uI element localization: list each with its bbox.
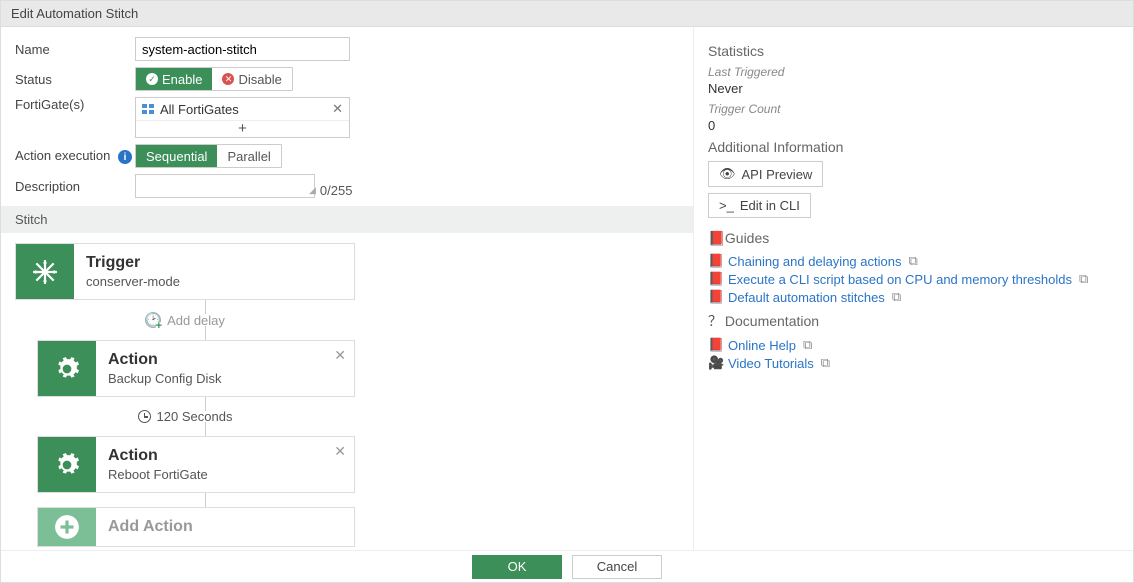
gear-icon xyxy=(38,341,96,396)
connector xyxy=(205,422,355,436)
book-icon: 📕 xyxy=(708,230,721,247)
action-exec-label: Action execution i xyxy=(15,148,135,165)
dialog-body: Name Status ✓ Enable ✕ Disable Fort xyxy=(1,27,1133,557)
guide-link[interactable]: Default automation stitches xyxy=(728,290,885,305)
name-label: Name xyxy=(15,42,135,57)
cli-icon: >_ xyxy=(719,198,734,213)
guide-link[interactable]: Chaining and delaying actions xyxy=(728,254,901,269)
plus-icon xyxy=(38,508,96,546)
status-label: Status xyxy=(15,72,135,87)
cross-icon: ✕ xyxy=(222,73,234,85)
clock-icon xyxy=(138,410,151,423)
stitch-section-header: Stitch xyxy=(1,206,693,233)
description-counter: 0/255 xyxy=(320,183,353,198)
action-card[interactable]: Action Backup Config Disk ✕ xyxy=(37,340,355,397)
description-input[interactable] xyxy=(135,174,315,198)
help-icon: ？ xyxy=(708,311,721,331)
external-link-icon: ⧉ xyxy=(1079,271,1088,287)
video-icon: 🎥 xyxy=(708,355,721,371)
api-preview-button[interactable]: 👁 API Preview xyxy=(708,161,823,187)
external-link-icon: ⧉ xyxy=(821,355,830,371)
last-triggered-value: Never xyxy=(708,81,1119,96)
name-input[interactable] xyxy=(135,37,350,61)
trigger-count-label: Trigger Count xyxy=(708,102,1119,116)
connector xyxy=(205,326,355,340)
action-sub: Backup Config Disk xyxy=(108,371,342,386)
guides-header: 📕 Guides xyxy=(708,230,1119,247)
fortigates-add-button[interactable]: + xyxy=(136,120,349,137)
trigger-count-value: 0 xyxy=(708,118,1119,133)
resize-handle-icon[interactable]: ◢ xyxy=(309,185,316,196)
fortigates-grid-icon xyxy=(142,104,154,114)
gear-icon xyxy=(38,437,96,492)
add-action-label: Add Action xyxy=(108,518,342,536)
guide-link[interactable]: Execute a CLI script based on CPU and me… xyxy=(728,272,1072,287)
book-icon: 📕 xyxy=(708,289,721,305)
dialog-window: Edit Automation Stitch Name Status ✓ Ena… xyxy=(0,0,1134,583)
dialog-footer: OK Cancel xyxy=(1,550,1133,582)
clock-plus-icon: 🕑 xyxy=(145,312,161,328)
action-exec-toggle: Sequential Parallel xyxy=(135,144,282,168)
status-disable-button[interactable]: ✕ Disable xyxy=(212,68,291,90)
check-icon: ✓ xyxy=(146,73,158,85)
trigger-card[interactable]: Trigger conserver-mode xyxy=(15,243,355,300)
remove-action-icon[interactable]: ✕ xyxy=(334,347,346,364)
eye-icon: 👁 xyxy=(719,166,736,182)
stitch-flow: Trigger conserver-mode 🕑 Add delay Actio… xyxy=(15,243,355,547)
trigger-title: Trigger xyxy=(86,254,342,272)
fortigates-value: All FortiGates xyxy=(160,102,239,117)
video-tutorials-link[interactable]: Video Tutorials xyxy=(728,356,814,371)
status-toggle: ✓ Enable ✕ Disable xyxy=(135,67,293,91)
info-icon[interactable]: i xyxy=(118,150,132,164)
external-link-icon: ⧉ xyxy=(803,337,812,353)
action-card[interactable]: Action Reboot FortiGate ✕ xyxy=(37,436,355,493)
book-icon: 📕 xyxy=(708,271,721,287)
parallel-button[interactable]: Parallel xyxy=(217,145,280,167)
ok-button[interactable]: OK xyxy=(472,555,562,579)
fortigates-label: FortiGate(s) xyxy=(15,97,135,112)
cancel-button[interactable]: Cancel xyxy=(572,555,662,579)
edit-cli-button[interactable]: >_ Edit in CLI xyxy=(708,193,811,218)
book-icon: 📕 xyxy=(708,253,721,269)
fortigates-select[interactable]: All FortiGates ✕ + xyxy=(135,97,350,138)
remove-action-icon[interactable]: ✕ xyxy=(334,443,346,460)
last-triggered-label: Last Triggered xyxy=(708,65,1119,79)
description-label: Description xyxy=(15,179,135,194)
online-help-link[interactable]: Online Help xyxy=(728,338,796,353)
book-icon: 📕 xyxy=(708,337,721,353)
dialog-title: Edit Automation Stitch xyxy=(1,1,1133,27)
sequential-button[interactable]: Sequential xyxy=(136,145,217,167)
external-link-icon: ⧉ xyxy=(908,253,917,269)
fortigates-remove-icon[interactable]: ✕ xyxy=(332,101,343,117)
connector xyxy=(205,493,355,507)
additional-info-header: Additional Information xyxy=(708,139,1119,155)
action-title: Action xyxy=(108,351,342,369)
statistics-header: Statistics xyxy=(708,43,1119,59)
external-link-icon: ⧉ xyxy=(892,289,901,305)
add-action-card[interactable]: Add Action xyxy=(37,507,355,547)
right-panel: Statistics Last Triggered Never Trigger … xyxy=(693,27,1133,557)
status-enable-button[interactable]: ✓ Enable xyxy=(136,68,212,90)
snowflake-icon xyxy=(16,244,74,299)
documentation-header: ？ Documentation xyxy=(708,311,1119,331)
action-title: Action xyxy=(108,447,342,465)
trigger-sub: conserver-mode xyxy=(86,274,342,289)
action-sub: Reboot FortiGate xyxy=(108,467,342,482)
left-panel: Name Status ✓ Enable ✕ Disable Fort xyxy=(1,27,693,557)
